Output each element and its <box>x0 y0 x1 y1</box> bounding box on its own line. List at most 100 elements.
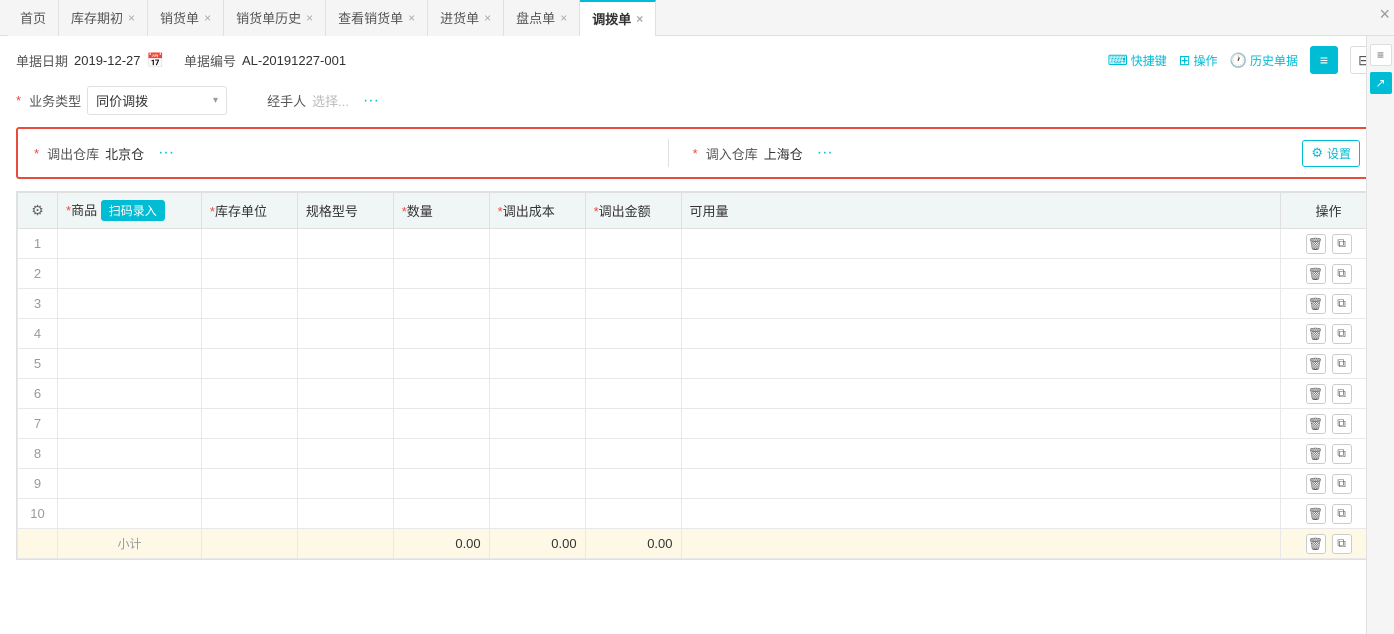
delete-icon[interactable]: 🗑 <box>1306 384 1326 404</box>
cell-unit[interactable] <box>201 229 297 259</box>
operations-button[interactable]: ⊞ 操作 <box>1179 52 1218 69</box>
close-icon[interactable]: × <box>636 12 643 26</box>
tab-sales-order[interactable]: 销货单 × <box>148 0 224 36</box>
tab-view-sales[interactable]: 查看销货单 × <box>326 0 428 36</box>
cell-product[interactable] <box>58 409 202 439</box>
cell-cost[interactable] <box>489 379 585 409</box>
cell-amount[interactable] <box>585 259 681 289</box>
delete-icon[interactable]: 🗑 <box>1306 234 1326 254</box>
source-warehouse-more[interactable]: ··· <box>158 144 174 162</box>
copy-icon[interactable]: ⧉ <box>1332 354 1352 374</box>
cell-product[interactable] <box>58 319 202 349</box>
copy-icon[interactable]: ⧉ <box>1332 384 1352 404</box>
copy-icon[interactable]: ⧉ <box>1332 444 1352 464</box>
tab-inventory-init[interactable]: 库存期初 × <box>59 0 148 36</box>
cell-quantity[interactable] <box>393 439 489 469</box>
cell-available[interactable] <box>681 349 1281 379</box>
cell-spec[interactable] <box>297 349 393 379</box>
cell-unit[interactable] <box>201 379 297 409</box>
cell-amount[interactable] <box>585 319 681 349</box>
cell-amount[interactable] <box>585 499 681 529</box>
cell-amount[interactable] <box>585 289 681 319</box>
delete-icon[interactable]: 🗑 <box>1306 534 1326 554</box>
delete-icon[interactable]: 🗑 <box>1306 324 1326 344</box>
table-gear-icon[interactable]: ⚙ <box>31 202 44 218</box>
cell-amount[interactable] <box>585 349 681 379</box>
cell-product[interactable] <box>58 259 202 289</box>
delete-icon[interactable]: 🗑 <box>1306 414 1326 434</box>
close-icon[interactable]: × <box>306 11 313 25</box>
cell-spec[interactable] <box>297 379 393 409</box>
right-panel-export-button[interactable]: ↗ <box>1370 72 1392 94</box>
copy-icon[interactable]: ⧉ <box>1332 414 1352 434</box>
cell-cost[interactable] <box>489 439 585 469</box>
tab-inventory-check[interactable]: 盘点单 × <box>504 0 580 36</box>
delete-icon[interactable]: 🗑 <box>1306 444 1326 464</box>
settings-button[interactable]: ⚙ 设置 <box>1302 140 1360 167</box>
tab-sales-history[interactable]: 销货单历史 × <box>224 0 326 36</box>
cell-available[interactable] <box>681 499 1281 529</box>
copy-icon[interactable]: ⧉ <box>1332 294 1352 314</box>
calendar-icon[interactable]: 📅 <box>147 52 164 69</box>
cell-quantity[interactable] <box>393 229 489 259</box>
close-icon[interactable]: × <box>560 11 567 25</box>
cell-available[interactable] <box>681 229 1281 259</box>
cell-quantity[interactable] <box>393 469 489 499</box>
close-icon[interactable]: × <box>484 11 491 25</box>
copy-icon[interactable]: ⧉ <box>1332 474 1352 494</box>
shortcuts-button[interactable]: ⌨ 快捷键 <box>1108 52 1167 69</box>
cell-cost[interactable] <box>489 319 585 349</box>
cell-product[interactable] <box>58 289 202 319</box>
cell-unit[interactable] <box>201 409 297 439</box>
cell-quantity[interactable] <box>393 289 489 319</box>
cell-product[interactable] <box>58 439 202 469</box>
handler-more-button[interactable]: ··· <box>363 92 379 110</box>
scan-input-button[interactable]: 扫码录入 <box>101 200 165 221</box>
cell-quantity[interactable] <box>393 379 489 409</box>
cell-unit[interactable] <box>201 499 297 529</box>
cell-cost[interactable] <box>489 349 585 379</box>
cell-quantity[interactable] <box>393 349 489 379</box>
close-icon[interactable]: × <box>128 11 135 25</box>
copy-icon[interactable]: ⧉ <box>1332 324 1352 344</box>
cell-amount[interactable] <box>585 379 681 409</box>
th-settings[interactable]: ⚙ <box>18 193 58 229</box>
cell-spec[interactable] <box>297 229 393 259</box>
cell-cost[interactable] <box>489 259 585 289</box>
cell-available[interactable] <box>681 259 1281 289</box>
tab-transfer[interactable]: 调拨单 × <box>580 0 656 36</box>
cell-available[interactable] <box>681 469 1281 499</box>
cell-unit[interactable] <box>201 469 297 499</box>
cell-available[interactable] <box>681 439 1281 469</box>
delete-icon[interactable]: 🗑 <box>1306 354 1326 374</box>
cell-amount[interactable] <box>585 409 681 439</box>
handler-placeholder[interactable]: 选择... <box>312 91 349 110</box>
cell-spec[interactable] <box>297 499 393 529</box>
cell-product[interactable] <box>58 349 202 379</box>
cell-product[interactable] <box>58 379 202 409</box>
cell-product[interactable] <box>58 499 202 529</box>
cell-cost[interactable] <box>489 469 585 499</box>
right-panel-list-button[interactable]: ≡ <box>1370 44 1392 66</box>
cell-product[interactable] <box>58 229 202 259</box>
cell-cost[interactable] <box>489 229 585 259</box>
cell-quantity[interactable] <box>393 499 489 529</box>
view-toggle-list[interactable]: ≡ <box>1310 46 1338 74</box>
copy-icon[interactable]: ⧉ <box>1332 504 1352 524</box>
cell-spec[interactable] <box>297 319 393 349</box>
cell-unit[interactable] <box>201 349 297 379</box>
history-button[interactable]: 🕐 历史单据 <box>1230 52 1298 69</box>
cell-spec[interactable] <box>297 409 393 439</box>
copy-icon[interactable]: ⧉ <box>1332 234 1352 254</box>
cell-product[interactable] <box>58 469 202 499</box>
copy-icon[interactable]: ⧉ <box>1332 534 1352 554</box>
cell-amount[interactable] <box>585 229 681 259</box>
tab-home[interactable]: 首页 <box>8 0 59 36</box>
target-warehouse-more[interactable]: ··· <box>817 144 833 162</box>
cell-available[interactable] <box>681 319 1281 349</box>
cell-cost[interactable] <box>489 409 585 439</box>
cell-amount[interactable] <box>585 439 681 469</box>
business-type-select[interactable]: 同价调拨 ▾ <box>87 86 227 115</box>
cell-amount[interactable] <box>585 469 681 499</box>
cell-quantity[interactable] <box>393 319 489 349</box>
